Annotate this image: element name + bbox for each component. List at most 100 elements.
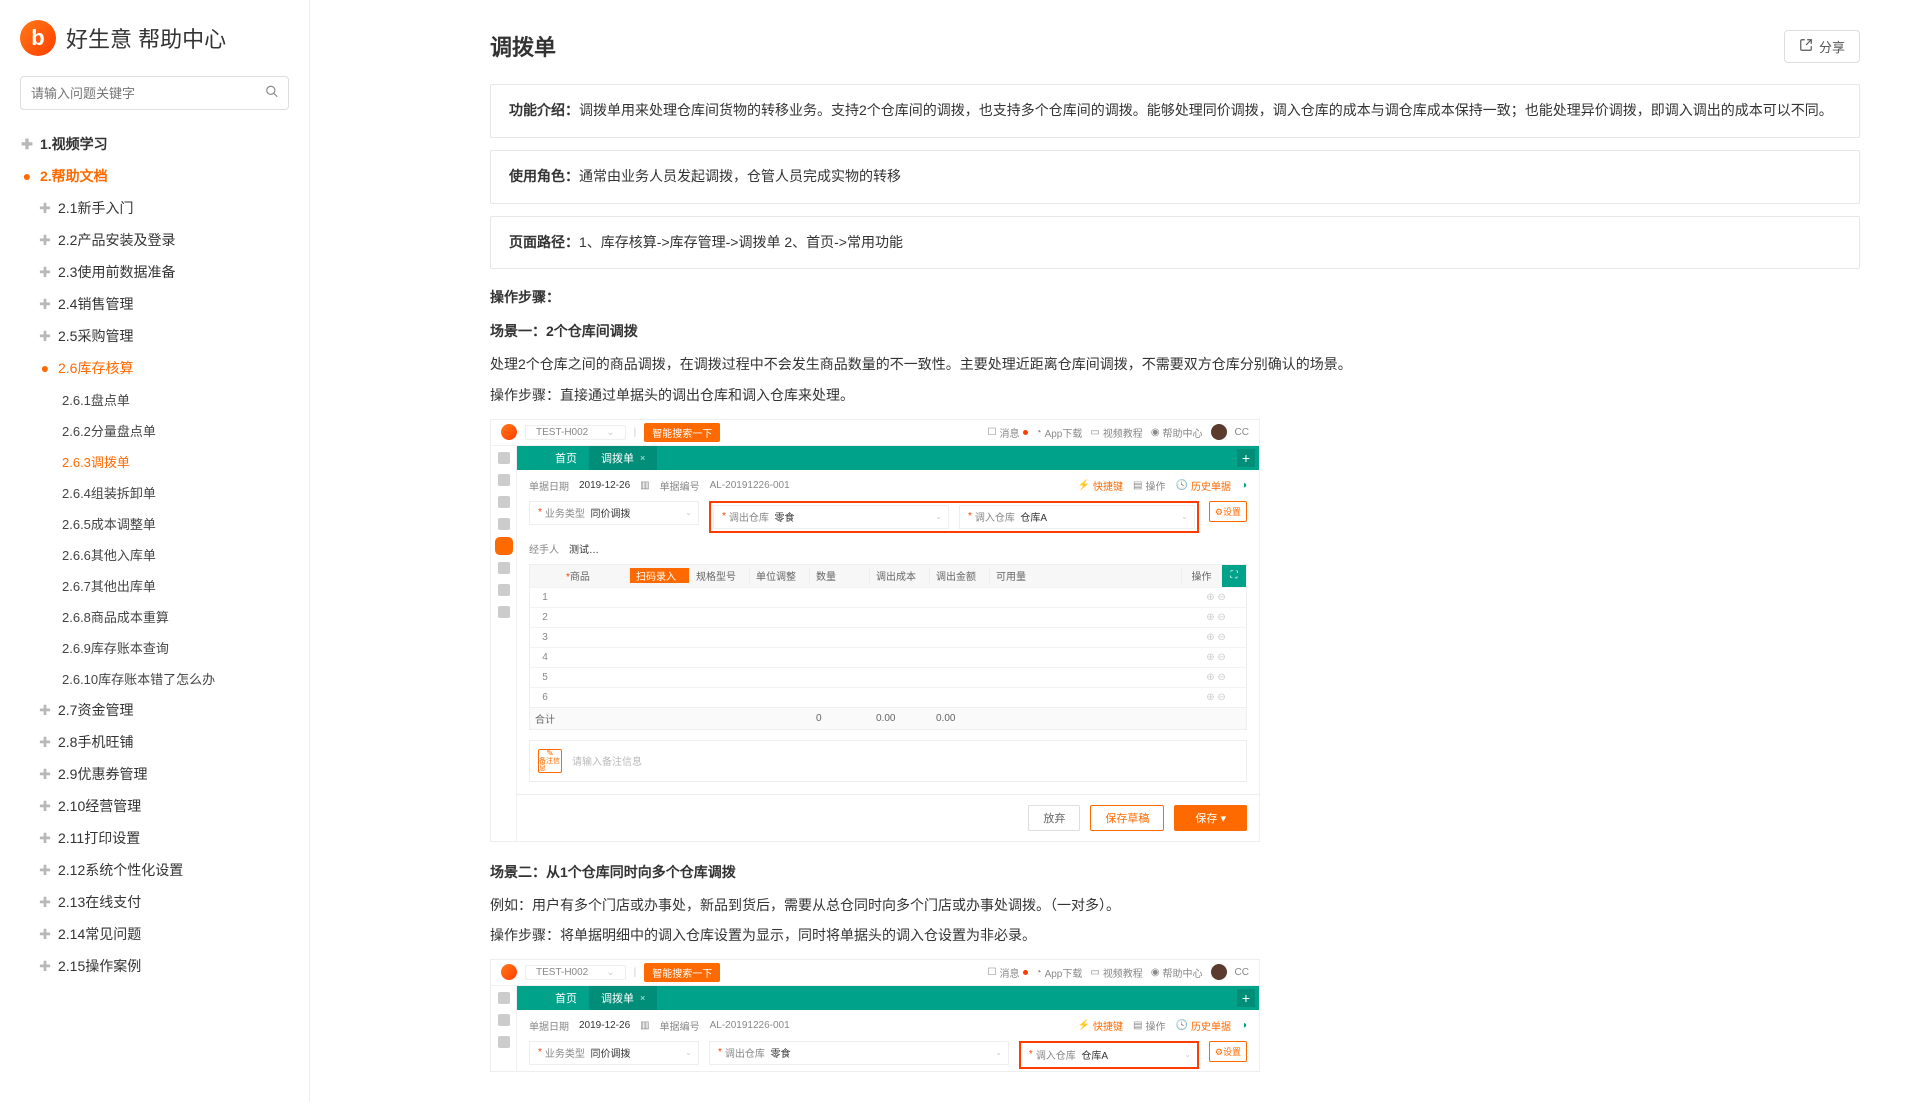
scene1-p2: 操作步骤：直接通过单据头的调出仓库和调入仓库来处理。 [490, 382, 1860, 409]
mock-header-row: 单据日期 2019-12-26 ▥ 单据编号 AL-20191226-001 ⚡… [529, 478, 1247, 493]
mock-tabs: 首页 调拨单× + [517, 446, 1259, 470]
nav-tree: ✚1.视频学习 ●2.帮助文档 ✚2.1新手入门 ✚2.2产品安装及登录 ✚2.… [20, 128, 289, 982]
role-val: 通常由业务人员发起调拨，仓管人员完成实物的转移 [579, 168, 901, 184]
nav-l3-10[interactable]: 2.6.10库存账本错了怎么办 [20, 663, 289, 694]
scene1-title: 场景一：2个仓库间调拨 [490, 321, 1860, 341]
mock-msg: ☐ 消息 [988, 425, 1028, 440]
mock-cat-row: 经手人测试… [529, 541, 1247, 556]
mock-save-btn: 保存 ▾ [1174, 805, 1247, 831]
mock-draft-btn: 保存草稿 [1090, 805, 1164, 831]
scene2-p1: 例如：用户有多个门店或办事处，新品到货后，需要从总仓同时向多个门店或办事处调拨。… [490, 892, 1860, 919]
mock-side-icon [498, 474, 510, 486]
mock-sidebar [491, 446, 517, 841]
nav-l2-8[interactable]: ✚2.8手机旺铺 [20, 726, 289, 758]
mock-tab-home: 首页 [543, 446, 589, 470]
nav-l3-3[interactable]: 2.6.3调拨单 [20, 446, 289, 477]
info-box-role: 使用角色：通常由业务人员发起调拨，仓管人员完成实物的转移 [490, 150, 1860, 204]
nav-l2-14[interactable]: ✚2.14常见问题 [20, 918, 289, 950]
mock-tab-add-icon: + [1237, 449, 1255, 467]
mock-table: *商品 扫码录入 规格型号 单位调整 数量 调出成本 调出金额 可用量 操作 ⛶ [529, 564, 1247, 730]
mock-side-icon [498, 562, 510, 574]
mock-remark: ✎备注信息 请输入备注信息 [529, 740, 1247, 782]
nav-l1-video[interactable]: ✚1.视频学习 [20, 128, 289, 160]
nav-l2-15[interactable]: ✚2.15操作案例 [20, 950, 289, 982]
nav-l2-13[interactable]: ✚2.13在线支付 [20, 886, 289, 918]
nav-l3-6[interactable]: 2.6.6其他入库单 [20, 539, 289, 570]
search-input[interactable] [20, 76, 289, 110]
scene1-p1: 处理2个仓库之间的商品调拨，在调拨过程中不会发生商品数量的不一致性。主要处理近距… [490, 351, 1860, 378]
mock-topbar: TEST-H002⌄ | 智能搜索一下 ☐ 消息 ◔ App下载 ▭ 视频教程 … [491, 420, 1259, 446]
mock-avatar-icon [1211, 964, 1227, 980]
mock-side-icon [498, 518, 510, 530]
nav-l2-2[interactable]: ✚2.2产品安装及登录 [20, 224, 289, 256]
mock-side-icon [498, 452, 510, 464]
mock-history-link: 🕓历史单据 [1176, 478, 1231, 493]
brand-title: 好生意 帮助中心 [66, 22, 226, 54]
search-box [20, 76, 289, 110]
mock-in-wh-field: *调入仓库 仓库A⌄ [959, 505, 1195, 529]
mock-op-link: ▤ 操作 [1133, 478, 1165, 493]
intro-key: 功能介绍： [509, 102, 579, 118]
mock-side-icon [498, 606, 510, 618]
brand-logo: b [20, 20, 56, 56]
nav-l2-12[interactable]: ✚2.12系统个性化设置 [20, 854, 289, 886]
mock-quick-link: ⚡快捷键 [1078, 478, 1123, 493]
mock-warehouse-highlight: *调出仓库 零食⌄ *调入仓库 仓库A⌄ [709, 501, 1199, 533]
steps-title: 操作步骤： [490, 287, 1860, 307]
mock-side-icon-active [498, 540, 510, 552]
mock-fullscreen-icon: ⛶ [1222, 565, 1246, 587]
share-button[interactable]: 分享 [1784, 30, 1860, 63]
nav-l2-9[interactable]: ✚2.9优惠券管理 [20, 758, 289, 790]
mock-setting-btn: ⚙设置 [1209, 501, 1247, 522]
search-icon[interactable] [265, 85, 279, 102]
mock-side-icon [498, 584, 510, 596]
info-box-path: 页面路径：1、库存核算->库存管理->调拨单 2、首页->常用功能 [490, 216, 1860, 270]
mock-logo-icon [501, 424, 517, 440]
nav-l2-11[interactable]: ✚2.11打印设置 [20, 822, 289, 854]
nav-l2-10[interactable]: ✚2.10经营管理 [20, 790, 289, 822]
nav-l2-6[interactable]: ●2.6库存核算 [20, 352, 289, 384]
mock-biztype-field: *业务类型 同价调拨⌄ [529, 501, 699, 525]
info-box-intro: 功能介绍：调拨单用来处理仓库间货物的转移业务。支持2个仓库间的调拨，也支持多个仓… [490, 84, 1860, 138]
nav-l2-5[interactable]: ✚2.5采购管理 [20, 320, 289, 352]
page-title: 调拨单 [490, 30, 1860, 62]
nav-l3-2[interactable]: 2.6.2分量盘点单 [20, 415, 289, 446]
mock-search-btn: 智能搜索一下 [644, 423, 720, 442]
mock-app: ◔ App下载 [1036, 425, 1083, 440]
mock-logo-icon [501, 964, 517, 980]
nav-l3-5[interactable]: 2.6.5成本调整单 [20, 508, 289, 539]
main-content: 分享 调拨单 功能介绍：调拨单用来处理仓库间货物的转移业务。支持2个仓库间的调拨… [310, 0, 1920, 1102]
mock-footer: 放弃 保存草稿 保存 ▾ [517, 794, 1259, 841]
mock-user: CC [1235, 427, 1249, 438]
path-key: 页面路径： [509, 234, 579, 250]
mock-help: ◉ 帮助中心 [1151, 425, 1203, 440]
mock-tab-doc: 调拨单× [589, 446, 657, 470]
mock-toggle-icon: ◑ [1241, 480, 1247, 491]
scene2-title: 场景二：从1个仓库同时向多个仓库调拨 [490, 862, 1860, 882]
mock-video: ▭ 视频教程 [1090, 425, 1142, 440]
brand: b 好生意 帮助中心 [20, 20, 289, 56]
nav-l2-3[interactable]: ✚2.3使用前数据准备 [20, 256, 289, 288]
mock-screenshot-2: TEST-H002⌄ | 智能搜索一下 ☐ 消息 ◔ App下载 ▭ 视频教程 … [490, 959, 1260, 1072]
mock-out-wh-field: *调出仓库 零食⌄ [713, 505, 949, 529]
nav-l3-9[interactable]: 2.6.9库存账本查询 [20, 632, 289, 663]
nav-l3-7[interactable]: 2.6.7其他出库单 [20, 570, 289, 601]
nav-l3-4[interactable]: 2.6.4组装拆卸单 [20, 477, 289, 508]
mock-avatar-icon [1211, 424, 1227, 440]
scene2-p2: 操作步骤：将单据明细中的调入仓库设置为显示，同时将单据头的调入仓设置为非必录。 [490, 922, 1860, 949]
nav-l3-1[interactable]: 2.6.1盘点单 [20, 384, 289, 415]
mock-topbar: TEST-H002⌄ | 智能搜索一下 ☐ 消息 ◔ App下载 ▭ 视频教程 … [491, 960, 1259, 986]
nav-l3-8[interactable]: 2.6.8商品成本重算 [20, 601, 289, 632]
sidebar: b 好生意 帮助中心 ✚1.视频学习 ●2.帮助文档 ✚2.1新手入门 ✚2.2… [0, 0, 310, 1102]
share-icon [1799, 38, 1813, 55]
mock-side-icon [498, 496, 510, 508]
nav-l2-1[interactable]: ✚2.1新手入门 [20, 192, 289, 224]
intro-val: 调拨单用来处理仓库间货物的转移业务。支持2个仓库间的调拨，也支持多个仓库间的调拨… [579, 102, 1833, 118]
role-key: 使用角色： [509, 168, 579, 184]
mock-org-select: TEST-H002⌄ [525, 965, 626, 980]
mock-discard-btn: 放弃 [1028, 805, 1080, 831]
nav-l2-7[interactable]: ✚2.7资金管理 [20, 694, 289, 726]
nav-l1-docs[interactable]: ●2.帮助文档 [20, 160, 289, 192]
mock-search-btn: 智能搜索一下 [644, 963, 720, 982]
nav-l2-4[interactable]: ✚2.4销售管理 [20, 288, 289, 320]
